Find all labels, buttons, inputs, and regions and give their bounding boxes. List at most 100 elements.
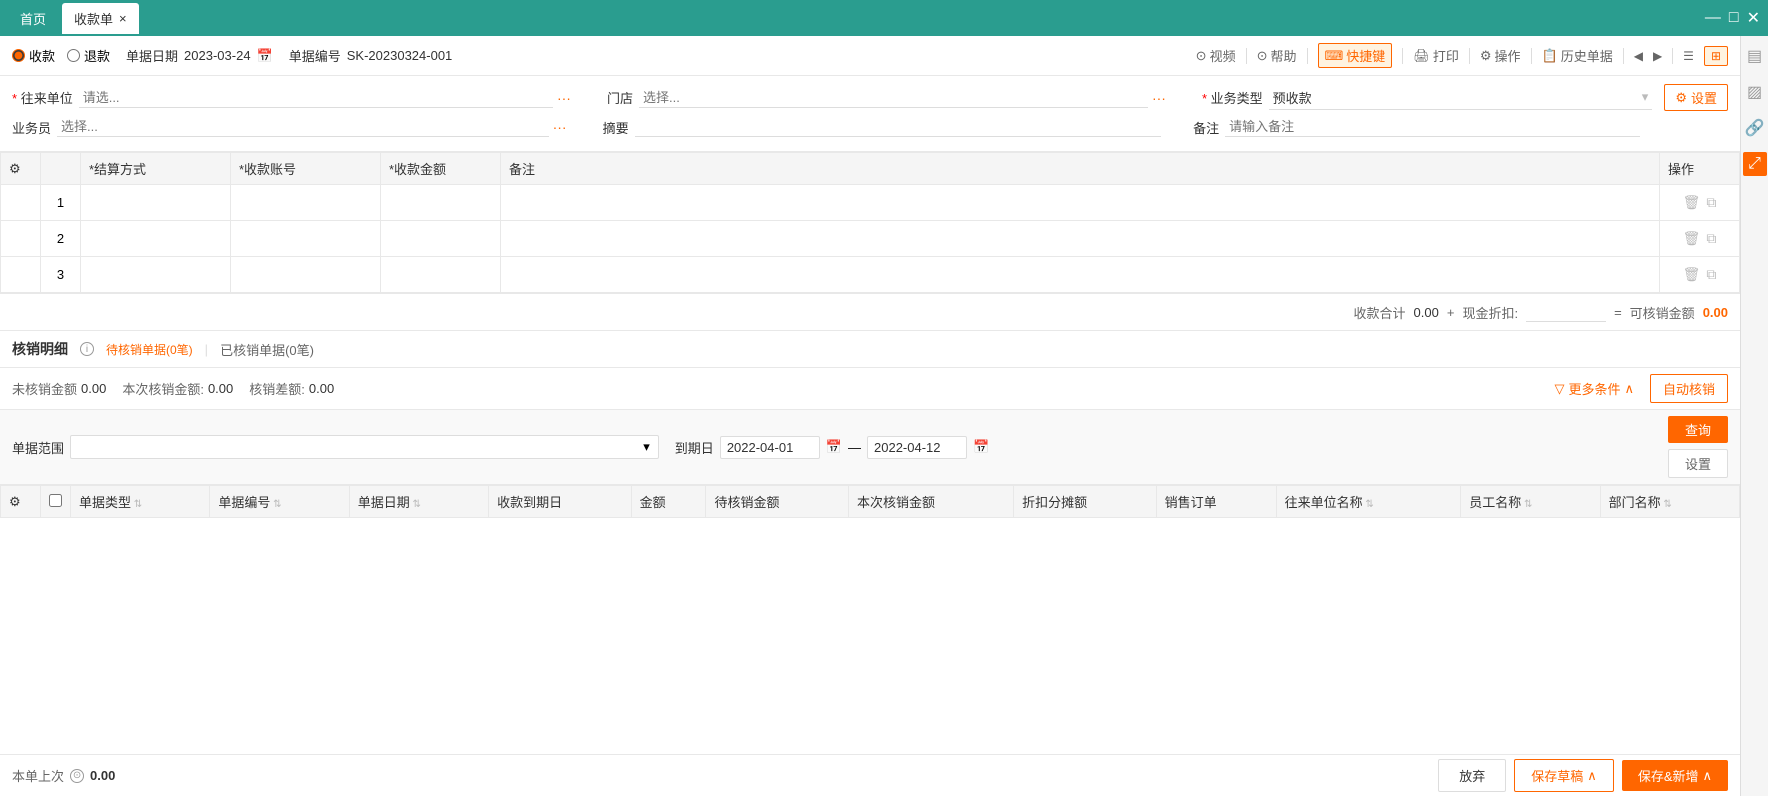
copy-row-icon[interactable]: ⧉: [1706, 194, 1716, 211]
operations-link[interactable]: ⚙ 操作: [1480, 46, 1521, 65]
remark-label: 备注: [1193, 118, 1225, 137]
net-value: 0.00: [1703, 305, 1728, 320]
bottom-prev-next: 本单上次 ⊙ 0.00: [12, 766, 115, 785]
history-link[interactable]: 📋 历史单据: [1542, 46, 1613, 65]
table-row: 3 🗑 ⧉: [1, 257, 1740, 293]
layout-icon2[interactable]: ⊞: [1704, 46, 1728, 66]
wo-staff-header[interactable]: 员工名称: [1461, 486, 1600, 518]
store-more-icon[interactable]: ···: [1148, 90, 1170, 106]
table-cell-amount-2[interactable]: [381, 221, 501, 257]
shortcut-link[interactable]: ⌨ 快捷键: [1318, 43, 1393, 68]
discount-input[interactable]: [1526, 302, 1606, 322]
close-tab-icon[interactable]: ×: [119, 11, 127, 26]
counterparty-more-icon[interactable]: ···: [553, 90, 575, 106]
doc-number-value: SK-20230324-001: [347, 48, 453, 63]
pending-writeoff-tab[interactable]: 待核销单据(0笔): [106, 341, 193, 358]
wo-gear-header[interactable]: ⚙: [1, 486, 41, 518]
calendar-from-icon[interactable]: 📅: [826, 439, 842, 455]
doc-range-select[interactable]: ▾: [70, 435, 659, 459]
table-cell-account-1[interactable]: [231, 185, 381, 221]
plus-label: +: [1447, 305, 1455, 320]
table-cell-remark-1[interactable]: [501, 185, 1660, 221]
prev-icon[interactable]: ◀: [1634, 49, 1643, 63]
summary-label: 摘要: [603, 118, 635, 137]
video-link[interactable]: ⊙ 视频: [1196, 46, 1236, 65]
right-panel-icon-3[interactable]: 🔗: [1743, 116, 1767, 140]
summary-input[interactable]: [635, 117, 1162, 137]
window-close-icon[interactable]: ✕: [1747, 8, 1760, 28]
save-draft-button[interactable]: 保存草稿 ∧: [1514, 759, 1614, 792]
table-cell-amount-1[interactable]: [381, 185, 501, 221]
store-input[interactable]: [639, 88, 1148, 108]
radio-receive[interactable]: 收款: [12, 46, 55, 65]
table-cell-action-2: 🗑 ⧉: [1660, 221, 1740, 257]
copy-row-2-icon[interactable]: ⧉: [1706, 230, 1716, 247]
wo-docdate-header[interactable]: 单据日期: [349, 486, 488, 518]
help-link[interactable]: ⊙ 帮助: [1257, 46, 1297, 65]
wo-discount-header: 折扣分摊额: [1014, 486, 1157, 518]
window-controls: — □ ✕: [1705, 8, 1760, 28]
print-link[interactable]: 🖨 打印: [1413, 46, 1459, 65]
writeoff-table-wrap: ⚙ 单据类型 单据编号 单据日期 收款到期日 金额 待核销金额 本次核销金额 折…: [0, 485, 1740, 754]
window-min-icon[interactable]: —: [1705, 9, 1721, 27]
date-from-input[interactable]: [720, 436, 820, 459]
wo-doctype-header[interactable]: 单据类型: [71, 486, 210, 518]
table-cell-num-2: 2: [41, 221, 81, 257]
wo-docnum-header[interactable]: 单据编号: [210, 486, 349, 518]
business-type-field: * 业务类型 预收款 ▾: [1202, 86, 1652, 110]
delete-row-icon[interactable]: 🗑: [1683, 194, 1701, 211]
wo-counterparty-header[interactable]: 往来单位名称: [1276, 486, 1461, 518]
gear-icon: ⚙: [1675, 90, 1687, 106]
table-cell-amount-3[interactable]: [381, 257, 501, 293]
form-settings-button[interactable]: ⚙ 设置: [1664, 84, 1728, 111]
delete-row-3-icon[interactable]: 🗑: [1683, 266, 1701, 283]
query-button[interactable]: 查询: [1668, 416, 1728, 443]
table-cell-action-3: 🗑 ⧉: [1660, 257, 1740, 293]
prev-next-info-icon[interactable]: ⊙: [70, 769, 84, 783]
table-cell-remark-2[interactable]: [501, 221, 1660, 257]
table-cell-account-3[interactable]: [231, 257, 381, 293]
window-max-icon[interactable]: □: [1729, 9, 1739, 27]
receive-table-section: ⚙ *结算方式 *收款账号 *收款金额 备注 操作 1: [0, 152, 1740, 294]
business-type-arrow-icon: ▾: [1642, 89, 1649, 105]
delete-row-2-icon[interactable]: 🗑: [1683, 230, 1701, 247]
remark-input[interactable]: [1225, 117, 1640, 137]
next-icon[interactable]: ▶: [1653, 49, 1662, 63]
calendar-to-icon[interactable]: 📅: [973, 439, 989, 455]
done-writeoff-tab[interactable]: 已核销单据(0笔): [220, 340, 314, 359]
table-gear-header[interactable]: ⚙: [1, 153, 41, 185]
table-cell-remark-3[interactable]: [501, 257, 1660, 293]
active-tab[interactable]: 收款单 ×: [62, 3, 139, 34]
more-conditions-link[interactable]: ▽ 更多条件 ∧: [1554, 379, 1634, 398]
business-type-select[interactable]: 预收款 ▾: [1269, 86, 1653, 110]
table-cell-settle-1[interactable]: [81, 185, 231, 221]
staff-more-icon[interactable]: ···: [549, 119, 571, 135]
layout-icon1[interactable]: ☰: [1683, 49, 1694, 63]
staff-input[interactable]: [57, 117, 549, 137]
table-cell-settle-3[interactable]: [81, 257, 231, 293]
table-cell-settle-2[interactable]: [81, 221, 231, 257]
copy-row-3-icon[interactable]: ⧉: [1706, 266, 1716, 283]
date-to-input[interactable]: [867, 436, 967, 459]
net-label: 可核销金额: [1630, 303, 1695, 322]
counterparty-input[interactable]: [79, 88, 553, 108]
save-new-button[interactable]: 保存&新增 ∧: [1622, 760, 1728, 791]
discard-button[interactable]: 放弃: [1438, 759, 1506, 792]
select-all-checkbox[interactable]: [49, 494, 62, 507]
radio-refund[interactable]: 退款: [67, 46, 110, 65]
table-settle-header: *结算方式: [81, 153, 231, 185]
wo-dept-header[interactable]: 部门名称: [1600, 486, 1739, 518]
calendar-icon[interactable]: 📅: [257, 48, 273, 64]
right-panel-icon-2[interactable]: ▨: [1743, 80, 1767, 104]
right-panel-icon-1[interactable]: ▤: [1743, 44, 1767, 68]
filter-setting-button[interactable]: 设置: [1668, 449, 1728, 478]
table-cell-account-2[interactable]: [231, 221, 381, 257]
shortcut-icon: ⌨: [1325, 48, 1344, 64]
unwritten-value: 0.00: [81, 381, 106, 396]
unwritten-stat: 未核销金额 0.00: [12, 379, 106, 398]
home-tab[interactable]: 首页: [8, 3, 58, 34]
right-panel-icon-4[interactable]: ⤢: [1743, 152, 1767, 176]
counterparty-label: * 往来单位: [12, 88, 79, 107]
writeoff-info-icon[interactable]: i: [80, 342, 94, 356]
auto-writeoff-button[interactable]: 自动核销: [1650, 374, 1728, 403]
